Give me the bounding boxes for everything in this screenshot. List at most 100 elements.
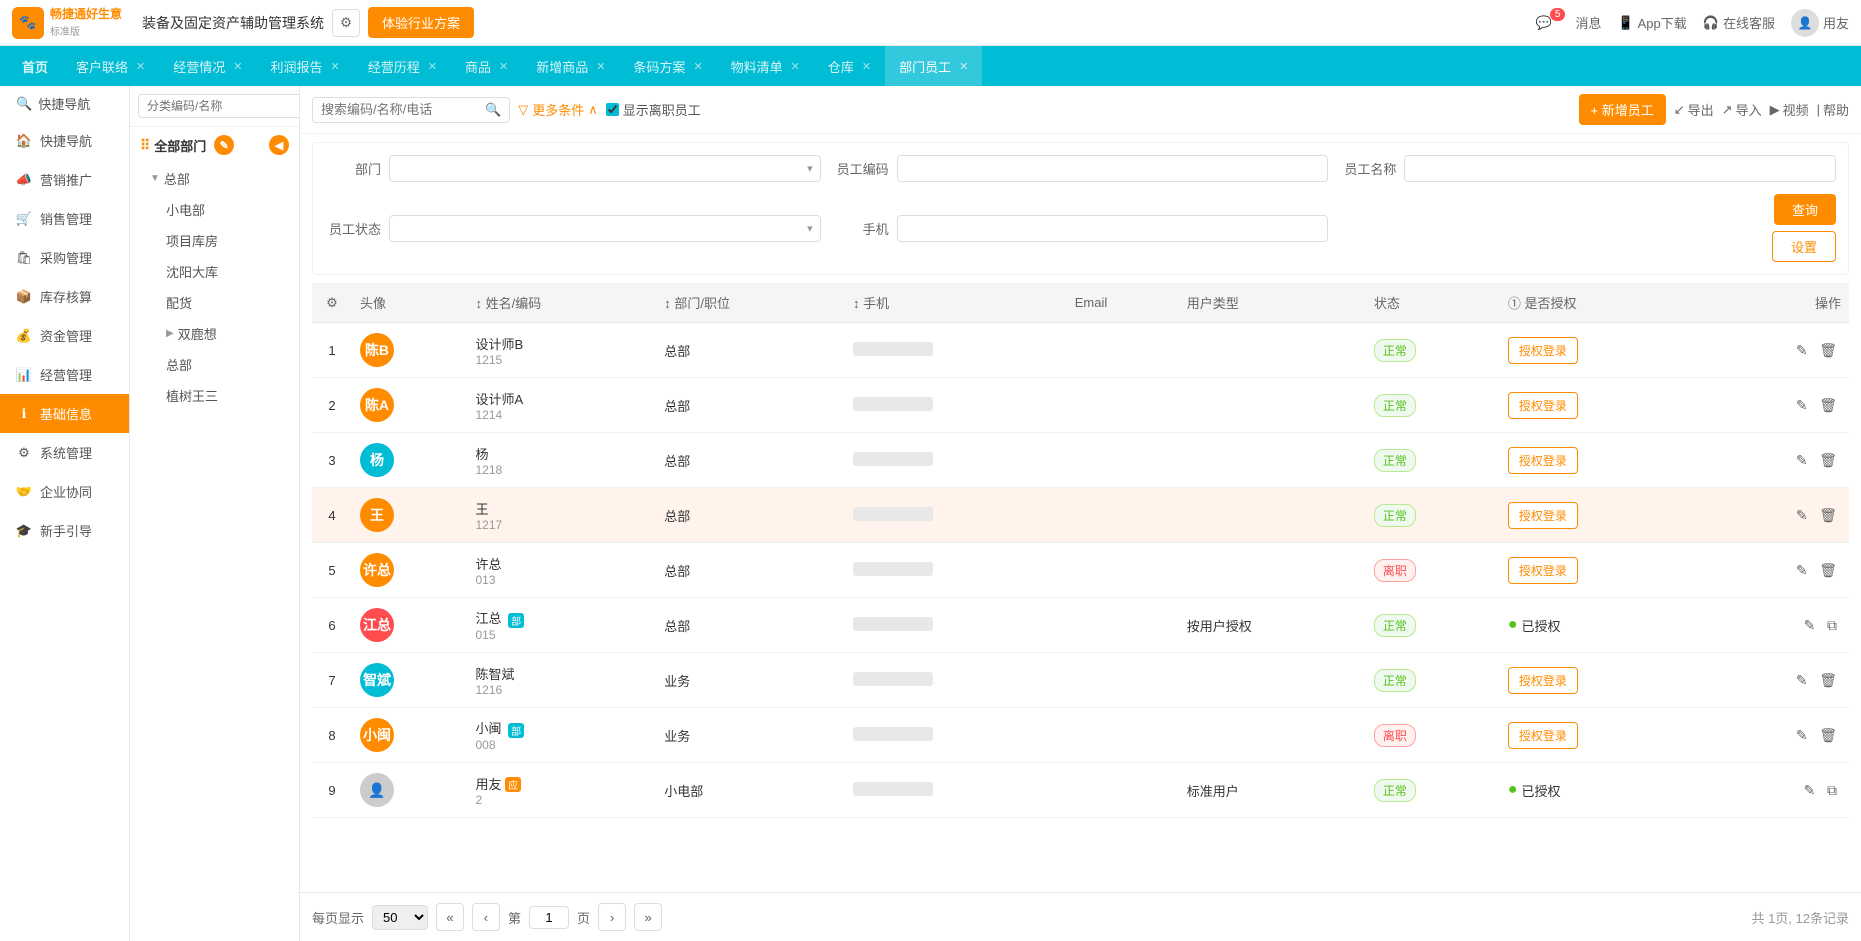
- export-button[interactable]: ↙ 导出: [1674, 100, 1714, 119]
- close-icon[interactable]: ✕: [959, 60, 968, 73]
- tab-dept-employee[interactable]: 部门员工 ✕: [885, 46, 982, 86]
- edit-button[interactable]: ✎: [1792, 670, 1812, 691]
- last-page-btn[interactable]: »: [634, 903, 662, 931]
- sidebar-item-collab[interactable]: 🤝 企业协同: [0, 472, 129, 511]
- page-input[interactable]: [529, 906, 569, 929]
- dept-tree-shenyang[interactable]: 沈阳大库: [146, 256, 299, 287]
- dept-tree-zhishu[interactable]: 植树王三: [146, 380, 299, 411]
- close-icon[interactable]: ✕: [862, 60, 871, 73]
- auth-button[interactable]: 授权登录: [1508, 392, 1578, 419]
- sidebar-item-quicknav[interactable]: 🏠 快捷导航: [0, 121, 129, 160]
- search-input[interactable]: [321, 102, 481, 117]
- edit-button[interactable]: ✎: [1800, 780, 1820, 801]
- tab-bom[interactable]: 物料清单 ✕: [717, 46, 814, 86]
- copy-button[interactable]: ⧉: [1823, 615, 1841, 636]
- dept-tree-xiaodianbU[interactable]: 小电部: [146, 194, 299, 225]
- query-button[interactable]: 查询: [1774, 194, 1836, 225]
- sidebar-item-basicinfo[interactable]: ℹ 基础信息: [0, 394, 129, 433]
- sidebar-item-marketing[interactable]: 📣 营销推广: [0, 160, 129, 199]
- phone-input[interactable]: [897, 215, 1329, 242]
- col-phone[interactable]: ↕ 手机: [845, 283, 1067, 323]
- dept-search-input[interactable]: [138, 94, 300, 118]
- show-resigned[interactable]: 显示离职员工: [606, 100, 701, 119]
- dept-collapse-btn[interactable]: ◀: [269, 135, 289, 155]
- per-page-select[interactable]: 50 100: [372, 905, 428, 930]
- auth-button[interactable]: 授权登录: [1508, 722, 1578, 749]
- edit-button[interactable]: ✎: [1800, 615, 1820, 636]
- dept-tree-shuanglu[interactable]: ▶ 双鹿想: [146, 318, 299, 349]
- tab-barcode[interactable]: 条码方案 ✕: [619, 46, 716, 86]
- prev-page-btn[interactable]: ‹: [472, 903, 500, 931]
- dept-all-label[interactable]: 全部部门: [154, 136, 206, 155]
- add-employee-button[interactable]: + 新增员工: [1579, 94, 1666, 125]
- emp-name-input[interactable]: [1404, 155, 1836, 182]
- close-icon[interactable]: ✕: [791, 60, 800, 73]
- set-button[interactable]: 设置: [1772, 231, 1836, 262]
- emp-code-input[interactable]: [897, 155, 1329, 182]
- close-icon[interactable]: ✕: [499, 60, 508, 73]
- tab-goods[interactable]: 商品 ✕: [451, 46, 522, 86]
- first-page-btn[interactable]: «: [436, 903, 464, 931]
- close-icon[interactable]: ✕: [136, 60, 145, 73]
- tab-profit[interactable]: 利润报告 ✕: [256, 46, 353, 86]
- sidebar-item-bizmanage[interactable]: 📊 经营管理: [0, 355, 129, 394]
- auth-button[interactable]: 授权登录: [1508, 667, 1578, 694]
- more-filter-btn[interactable]: ▽ 更多条件 ∧: [518, 100, 598, 119]
- online-service-item[interactable]: 🎧 在线客服: [1703, 13, 1775, 32]
- help-button[interactable]: | 帮助: [1817, 100, 1849, 119]
- delete-button[interactable]: 🗑: [1815, 670, 1841, 691]
- close-icon[interactable]: ✕: [428, 60, 437, 73]
- delete-button[interactable]: 🗑: [1815, 725, 1841, 746]
- sidebar-item-finance[interactable]: 💰 资金管理: [0, 316, 129, 355]
- tab-home[interactable]: 首页: [8, 46, 62, 86]
- col-dept[interactable]: ↕ 部门/职位: [656, 283, 845, 323]
- close-icon[interactable]: ✕: [596, 60, 605, 73]
- sidebar-item-sales[interactable]: 🛒 销售管理: [0, 199, 129, 238]
- sidebar-item-sysmanage[interactable]: ⚙ 系统管理: [0, 433, 129, 472]
- auth-button[interactable]: 授权登录: [1508, 447, 1578, 474]
- message-item[interactable]: 💬 5 消息: [1536, 13, 1602, 32]
- copy-button[interactable]: ⧉: [1823, 780, 1841, 801]
- sidebar-item-inventory[interactable]: 📦 库存核算: [0, 277, 129, 316]
- close-icon[interactable]: ✕: [331, 60, 340, 73]
- dept-select[interactable]: [389, 155, 821, 182]
- delete-button[interactable]: 🗑: [1815, 450, 1841, 471]
- edit-button[interactable]: ✎: [1792, 505, 1812, 526]
- edit-button[interactable]: ✎: [1792, 725, 1812, 746]
- tab-history[interactable]: 经营历程 ✕: [354, 46, 451, 86]
- dept-tree-zongbu2[interactable]: 总部: [146, 349, 299, 380]
- sidebar-item-guide[interactable]: 🎓 新手引导: [0, 511, 129, 550]
- tab-customer[interactable]: 客户联络 ✕: [62, 46, 159, 86]
- dept-tree-project[interactable]: 项目库房: [146, 225, 299, 256]
- tab-operation[interactable]: 经营情况 ✕: [159, 46, 256, 86]
- search-icon[interactable]: 🔍: [485, 102, 501, 118]
- dept-tree-zongbu[interactable]: ▼ 总部: [130, 163, 299, 194]
- close-icon[interactable]: ✕: [233, 60, 242, 73]
- sidebar-item-purchase[interactable]: 🛍 采购管理: [0, 238, 129, 277]
- delete-button[interactable]: 🗑: [1815, 395, 1841, 416]
- edit-button[interactable]: ✎: [1792, 450, 1812, 471]
- edit-button[interactable]: ✎: [1792, 560, 1812, 581]
- col-settings[interactable]: ⚙: [312, 283, 352, 323]
- import-button[interactable]: ↗ 导入: [1722, 100, 1762, 119]
- trial-button[interactable]: 体验行业方案: [368, 7, 474, 38]
- edit-button[interactable]: ✎: [1792, 395, 1812, 416]
- search-menu[interactable]: 🔍 快捷导航: [0, 86, 129, 121]
- dept-tree-peihuo[interactable]: 配货: [146, 287, 299, 318]
- gear-button[interactable]: ⚙: [332, 9, 360, 37]
- tab-new-goods[interactable]: 新增商品 ✕: [522, 46, 619, 86]
- tab-warehouse[interactable]: 仓库 ✕: [814, 46, 885, 86]
- next-page-btn[interactable]: ›: [598, 903, 626, 931]
- edit-button[interactable]: ✎: [1792, 340, 1812, 361]
- emp-status-select[interactable]: [389, 215, 821, 242]
- auth-button[interactable]: 授权登录: [1508, 557, 1578, 584]
- delete-button[interactable]: 🗑: [1815, 560, 1841, 581]
- view-button[interactable]: ▶ 视频: [1770, 100, 1809, 119]
- user-item[interactable]: 👤 用友: [1791, 9, 1849, 37]
- col-name[interactable]: ↕ 姓名/编码: [467, 283, 656, 323]
- delete-button[interactable]: 🗑: [1815, 340, 1841, 361]
- delete-button[interactable]: 🗑: [1815, 505, 1841, 526]
- close-icon[interactable]: ✕: [693, 60, 702, 73]
- auth-button[interactable]: 授权登录: [1508, 502, 1578, 529]
- app-download-item[interactable]: 📱 App下载: [1617, 13, 1686, 32]
